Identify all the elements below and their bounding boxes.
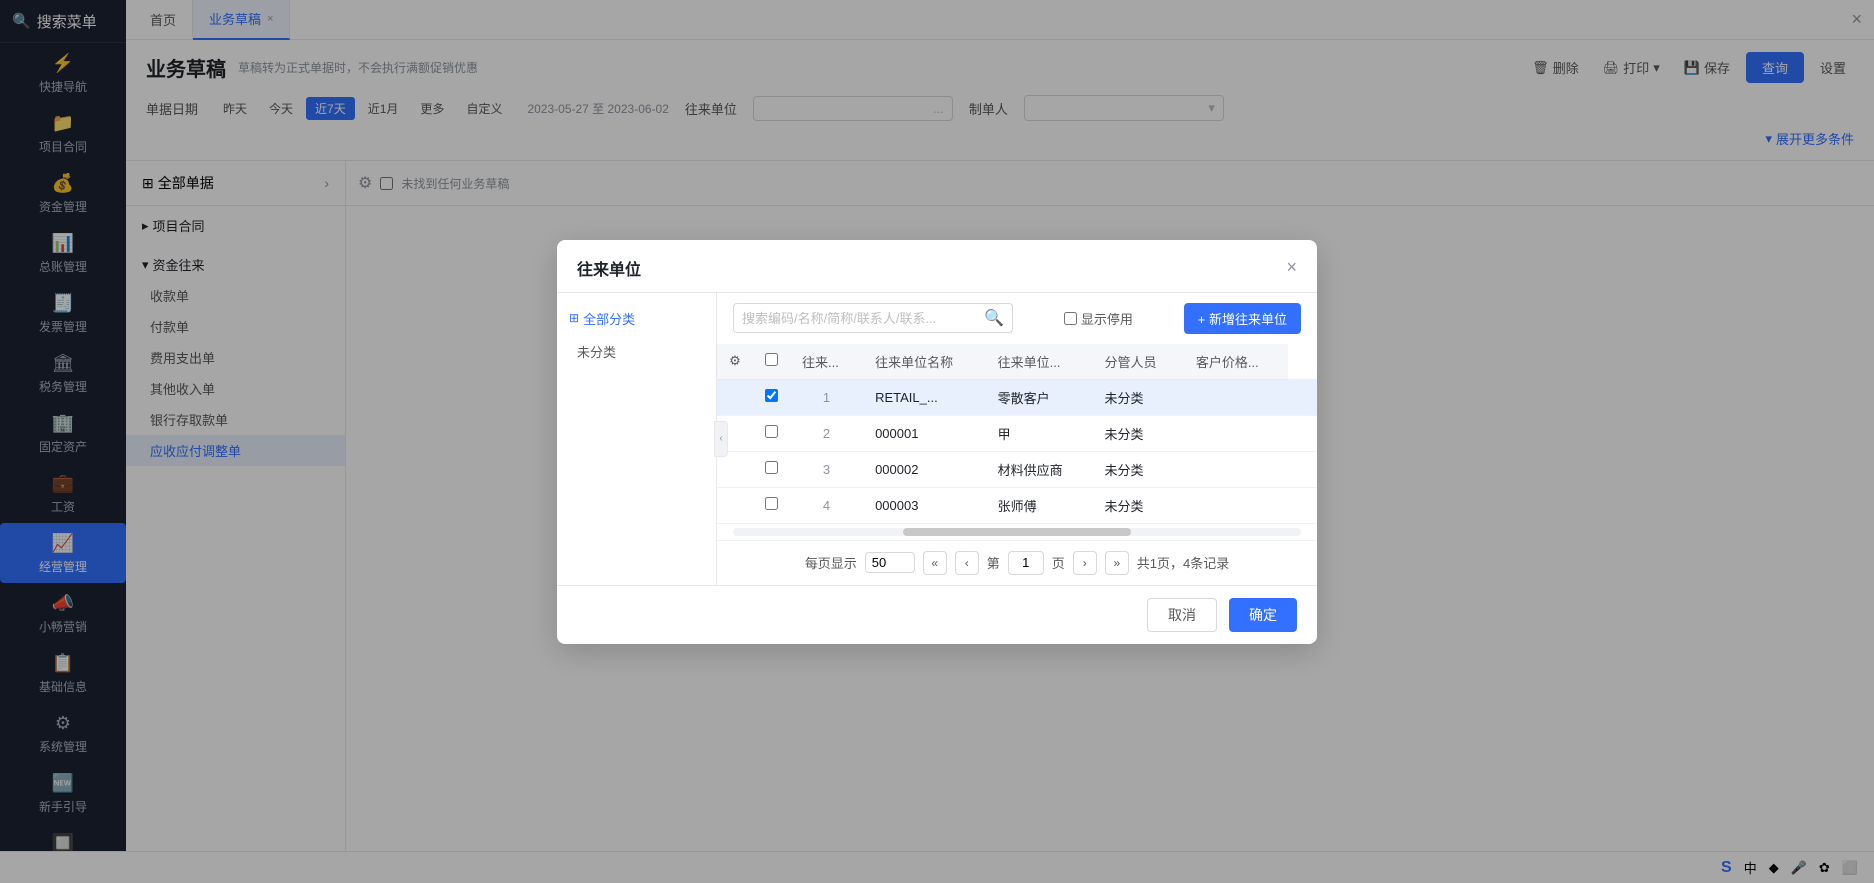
- dialog-header: 往来单位 ×: [557, 240, 1317, 293]
- row-settings: [717, 487, 753, 523]
- dialog: 往来单位 × ⊞ 全部分类 未分类 ‹: [557, 240, 1317, 644]
- dialog-pagination: 每页显示 50 20 100 « ‹ 第 页 › » 共1页，4条记录: [717, 540, 1317, 585]
- row-num: 2: [790, 415, 863, 451]
- grid-icon-small: ⊞: [569, 311, 579, 325]
- prev-page-btn[interactable]: ‹: [955, 551, 979, 575]
- row-name: 张师傅: [986, 487, 1093, 523]
- row-pricelevel: [1288, 451, 1317, 487]
- scroll-track: [733, 528, 1301, 536]
- scroll-thumb[interactable]: [903, 528, 1130, 536]
- table-row[interactable]: 2 000001 甲 未分类: [717, 415, 1317, 451]
- dialog-footer: 取消 确定: [557, 585, 1317, 644]
- panel-collapse-btn[interactable]: ‹: [714, 421, 728, 457]
- first-page-btn[interactable]: «: [923, 551, 947, 575]
- page-size-select[interactable]: 50 20 100: [865, 552, 915, 573]
- last-page-btn[interactable]: »: [1105, 551, 1129, 575]
- search-box: 🔍: [733, 303, 1013, 333]
- add-counterparty-button[interactable]: + 新增往来单位: [1184, 303, 1301, 334]
- row-manager: [1184, 487, 1288, 523]
- dialog-body: ⊞ 全部分类 未分类 ‹ 🔍 显示停用: [557, 293, 1317, 585]
- row-num: 4: [790, 487, 863, 523]
- row-checkbox-cell: [753, 379, 790, 415]
- row-pricelevel: [1288, 415, 1317, 451]
- col-pricelevel-header: 客户价格...: [1184, 344, 1288, 380]
- row-manager: [1184, 415, 1288, 451]
- dialog-right: 🔍 显示停用 + 新增往来单位 ⚙: [717, 293, 1317, 585]
- row-checkbox[interactable]: [765, 389, 778, 402]
- show-disabled-label[interactable]: 显示停用: [1064, 309, 1133, 328]
- row-category: 未分类: [1093, 379, 1184, 415]
- row-code: 000002: [863, 451, 986, 487]
- row-category: 未分类: [1093, 415, 1184, 451]
- row-checkbox[interactable]: [765, 461, 778, 474]
- dialog-categories: ⊞ 全部分类 未分类 ‹: [557, 293, 717, 585]
- dialog-table: ⚙ 往来... 往来单位名称 往来单位... 分管人员 客户价格...: [717, 344, 1317, 524]
- row-checkbox-cell: [753, 487, 790, 523]
- show-disabled-checkbox[interactable]: [1064, 312, 1077, 325]
- table-row[interactable]: 3 000002 材料供应商 未分类: [717, 451, 1317, 487]
- row-settings: [717, 379, 753, 415]
- row-pricelevel: [1288, 379, 1317, 415]
- col-code-header: 往来...: [790, 344, 863, 380]
- search-icon: 🔍: [984, 308, 1004, 328]
- col-settings-header: ⚙: [717, 344, 753, 380]
- row-name: 材料供应商: [986, 451, 1093, 487]
- row-checkbox-cell: [753, 415, 790, 451]
- unclassified-category-item[interactable]: 未分类: [557, 336, 716, 367]
- row-name: 甲: [986, 415, 1093, 451]
- row-name: 零散客户: [986, 379, 1093, 415]
- dialog-scrollbar[interactable]: [717, 524, 1317, 540]
- row-num: 3: [790, 451, 863, 487]
- row-pricelevel: [1288, 487, 1317, 523]
- row-manager: [1184, 379, 1288, 415]
- row-code: RETAIL_...: [863, 379, 986, 415]
- row-category: 未分类: [1093, 451, 1184, 487]
- dialog-close-button[interactable]: ×: [1286, 257, 1297, 278]
- col-category-header: 往来单位...: [986, 344, 1093, 380]
- cancel-button[interactable]: 取消: [1147, 598, 1217, 632]
- table-row[interactable]: 1 RETAIL_... 零散客户 未分类: [717, 379, 1317, 415]
- page-size-label: 每页显示: [805, 553, 857, 572]
- table-body: 1 RETAIL_... 零散客户 未分类 2: [717, 379, 1317, 523]
- row-manager: [1184, 451, 1288, 487]
- row-checkbox[interactable]: [765, 497, 778, 510]
- modal-overlay[interactable]: 往来单位 × ⊞ 全部分类 未分类 ‹: [0, 0, 1874, 883]
- row-code: 000003: [863, 487, 986, 523]
- next-page-btn[interactable]: ›: [1073, 551, 1097, 575]
- page-number-input[interactable]: [1008, 551, 1044, 575]
- confirm-button[interactable]: 确定: [1229, 598, 1297, 632]
- table-row[interactable]: 4 000003 张师傅 未分类: [717, 487, 1317, 523]
- dialog-title: 往来单位: [577, 256, 641, 280]
- all-categories-item[interactable]: ⊞ 全部分类: [557, 301, 716, 336]
- row-checkbox[interactable]: [765, 425, 778, 438]
- counterparty-table: ⚙ 往来... 往来单位名称 往来单位... 分管人员 客户价格...: [717, 344, 1317, 524]
- row-num: 1: [790, 379, 863, 415]
- total-label: 共1页，4条记录: [1137, 553, 1229, 572]
- search-input[interactable]: [742, 311, 978, 326]
- page-word: 第: [987, 553, 1000, 572]
- select-all-table-checkbox[interactable]: [765, 353, 778, 366]
- table-header-row: ⚙ 往来... 往来单位名称 往来单位... 分管人员 客户价格...: [717, 344, 1317, 380]
- col-name-header: 往来单位名称: [863, 344, 986, 380]
- col-manager-header: 分管人员: [1093, 344, 1184, 380]
- page-unit: 页: [1052, 553, 1065, 572]
- row-code: 000001: [863, 415, 986, 451]
- row-checkbox-cell: [753, 451, 790, 487]
- dialog-toolbar: 🔍 显示停用 + 新增往来单位: [717, 293, 1317, 344]
- row-category: 未分类: [1093, 487, 1184, 523]
- col-check-header: [753, 344, 790, 380]
